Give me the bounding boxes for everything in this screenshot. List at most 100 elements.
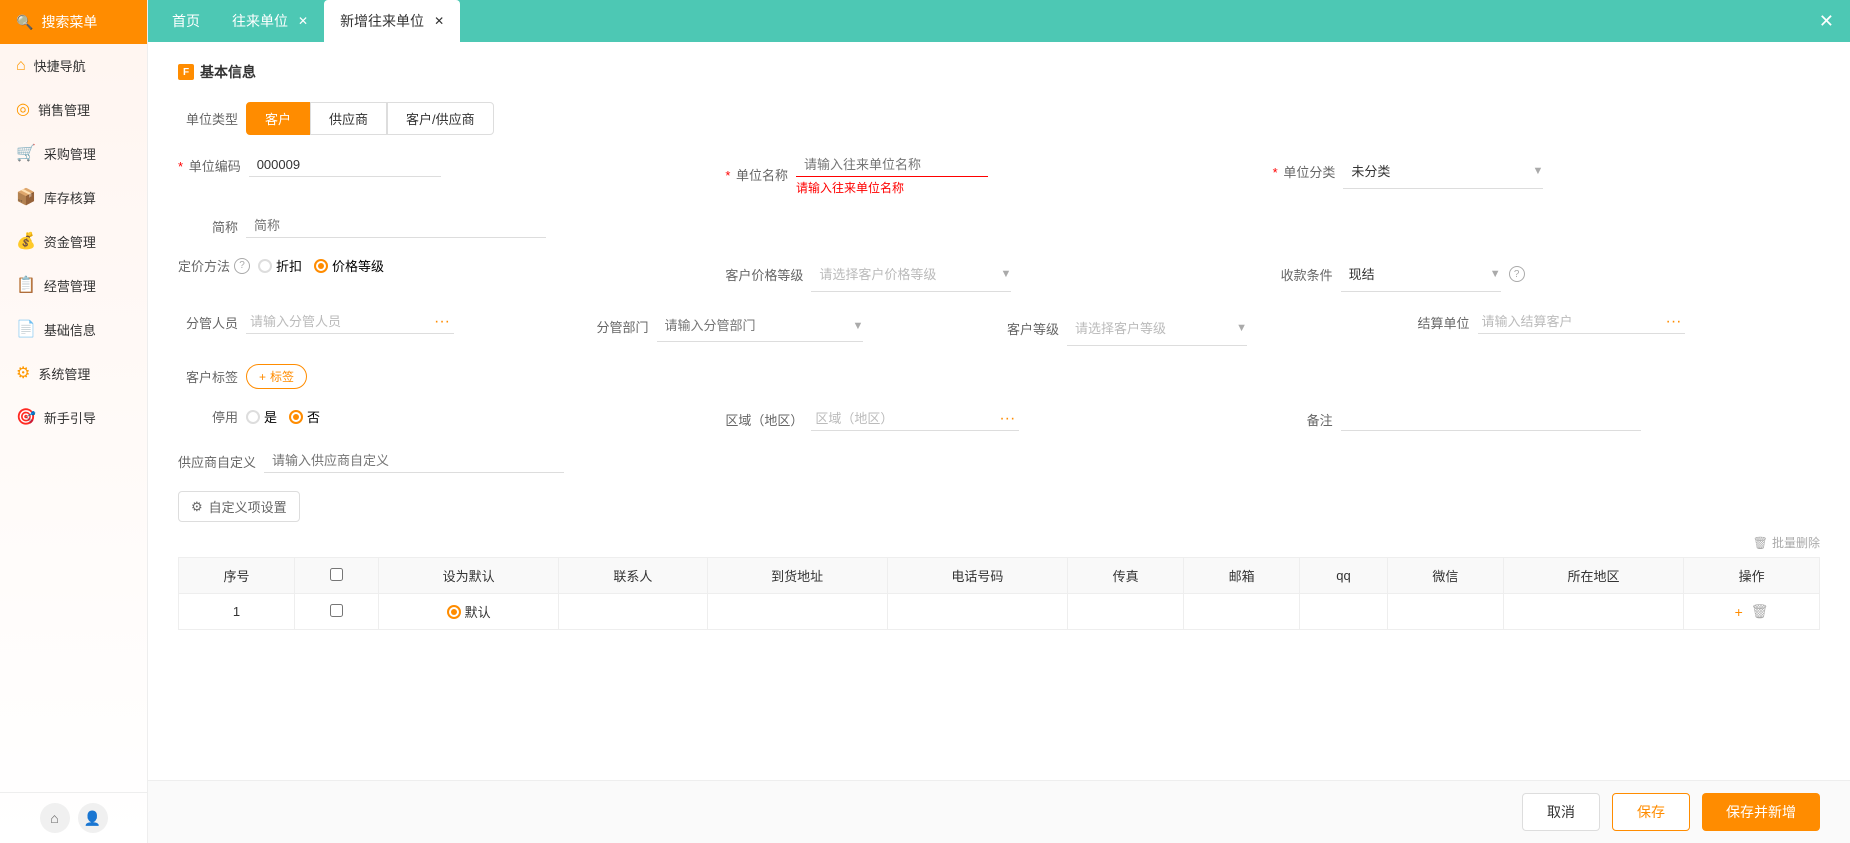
custom-settings-label: 自定义项设置 (209, 497, 287, 516)
payment-terms-chevron-icon: ▼ (1490, 268, 1501, 280)
table-header-row: 序号 设为默认 联系人 到货地址 电话号码 传真 邮箱 qq 微信 所在地区 操… (179, 558, 1820, 594)
sidebar-item-sales[interactable]: ◎ 销售管理 (0, 87, 147, 131)
sidebar-item-system[interactable]: ⚙ 系统管理 (0, 351, 147, 395)
table-row: 1 默认 (179, 594, 1820, 630)
remark-input[interactable] (1341, 407, 1641, 431)
department-input[interactable] (657, 314, 849, 337)
region-input[interactable] (811, 407, 995, 430)
unit-category-select-wrapper[interactable]: 未分类 ▼ (1343, 153, 1543, 189)
short-name-input[interactable] (246, 214, 546, 238)
gear-icon: ⚙ (191, 499, 203, 515)
manager-label: 分管人员 (178, 313, 238, 332)
finance-icon: 💰 (16, 231, 36, 251)
tab-home[interactable]: 首页 (156, 0, 216, 42)
sidebar-item-finance[interactable]: 💰 资金管理 (0, 219, 147, 263)
btn-supplier[interactable]: 供应商 (310, 102, 387, 135)
search-icon: 🔍 (16, 14, 33, 31)
add-row-button[interactable]: + (1735, 604, 1743, 620)
btn-customer[interactable]: 客户 (246, 102, 310, 135)
customer-price-level-select[interactable]: 请选择客户价格等级 ▼ (811, 256, 1011, 292)
tab-new-unit-label: 新增往来单位 (340, 11, 424, 31)
radio-price-level-dot (318, 263, 324, 269)
row-checkbox[interactable] (330, 604, 343, 617)
supplier-custom-label: 供应商自定义 (178, 452, 256, 471)
sidebar-item-label: 资金管理 (44, 232, 96, 251)
tab-bar: 首页 往来单位 ✕ 新增往来单位 ✕ ✕ (148, 0, 1850, 42)
sidebar-home-btn[interactable]: ⌂ (40, 803, 70, 833)
field-unit-code: * 单位编码 (178, 153, 695, 177)
payment-terms-value: 现结 (1341, 260, 1486, 287)
form-content: F 基本信息 单位类型 客户 供应商 客户/供应商 * 单位编码 (148, 42, 1850, 780)
payment-terms-select[interactable]: 现结 ▼ (1341, 256, 1501, 292)
unit-name-label: * 单位名称 (725, 165, 788, 184)
row-default-label: 默认 (465, 602, 491, 621)
sidebar-item-inventory[interactable]: 📦 库存核算 (0, 175, 147, 219)
sidebar-bottom: ⌂ 👤 (0, 792, 147, 843)
sidebar-item-label: 新手引导 (44, 408, 96, 427)
settlement-unit-input[interactable] (1478, 310, 1662, 333)
section-title: F 基本信息 (178, 62, 1820, 82)
customer-level-select[interactable]: 请选择客户等级 ▼ (1067, 310, 1247, 346)
sidebar-item-purchase[interactable]: 🛒 采购管理 (0, 131, 147, 175)
tab-new-unit[interactable]: 新增往来单位 ✕ (324, 0, 460, 42)
radio-no[interactable]: 否 (289, 407, 320, 426)
row-default-radio[interactable]: 默认 (389, 602, 548, 621)
customer-level-label: 客户等级 (999, 319, 1059, 338)
sidebar-item-operations[interactable]: 📋 经营管理 (0, 263, 147, 307)
supplier-custom-input[interactable] (264, 449, 564, 473)
radio-price-level[interactable]: 价格等级 (314, 256, 384, 275)
department-select[interactable]: ▼ (657, 310, 864, 342)
th-wechat: 微信 (1387, 558, 1503, 594)
sidebar-item-basic-info[interactable]: 📄 基础信息 (0, 307, 147, 351)
remark-label: 备注 (1273, 410, 1333, 429)
radio-yes-circle (246, 410, 260, 424)
select-all-checkbox[interactable] (330, 568, 343, 581)
customer-tag-label: 客户标签 (178, 367, 238, 386)
tab-home-label: 首页 (172, 11, 200, 31)
short-name-label: 简称 (178, 217, 238, 236)
customer-level-placeholder: 请选择客户等级 (1067, 314, 1232, 341)
sidebar-item-quick-nav[interactable]: ⌂ 快捷导航 (0, 44, 147, 87)
save-and-new-button[interactable]: 保存并新增 (1702, 793, 1820, 831)
inventory-icon: 📦 (16, 187, 36, 207)
save-button[interactable]: 保存 (1612, 793, 1690, 831)
form-row-short-name: 简称 (178, 214, 1820, 238)
cancel-button[interactable]: 取消 (1522, 793, 1600, 831)
row-default-circle (447, 605, 461, 619)
unit-code-input[interactable] (249, 153, 441, 177)
payment-terms-help-icon[interactable]: ? (1509, 266, 1525, 282)
manager-input[interactable] (246, 310, 430, 333)
unit-category-value: 未分类 (1343, 157, 1528, 184)
delete-row-button[interactable]: 🗑 (1751, 603, 1769, 620)
unit-name-input[interactable] (796, 153, 988, 177)
close-all-tabs-button[interactable]: ✕ (1811, 11, 1842, 32)
settlement-unit-label: 结算单位 (1410, 313, 1470, 332)
field-remark: 备注 (1273, 407, 1790, 431)
tab-close-new-unit[interactable]: ✕ (434, 14, 444, 28)
batch-delete-button[interactable]: 🗑 批量删除 (1753, 534, 1820, 551)
custom-settings-button[interactable]: ⚙ 自定义项设置 (178, 491, 300, 522)
sales-icon: ◎ (16, 99, 30, 119)
field-unit-category: * 单位分类 未分类 ▼ (1273, 153, 1790, 189)
tab-close-business-unit[interactable]: ✕ (298, 14, 308, 28)
sidebar-item-guide[interactable]: 🎯 新手引导 (0, 395, 147, 439)
btn-both[interactable]: 客户/供应商 (387, 102, 494, 135)
sidebar-search[interactable]: 🔍 搜索菜单 (0, 0, 147, 44)
radio-no-label: 否 (307, 407, 320, 426)
basic-info-icon: 📄 (16, 319, 36, 339)
sidebar-user-btn[interactable]: 👤 (78, 803, 108, 833)
radio-discount[interactable]: 折扣 (258, 256, 302, 275)
tab-business-unit[interactable]: 往来单位 ✕ (216, 0, 324, 42)
form-row-management: 分管人员 ··· 分管部门 ▼ 客户等级 请选择客户等级 ▼ (178, 310, 1820, 346)
radio-yes[interactable]: 是 (246, 407, 277, 426)
settlement-unit-input-wrapper: ··· (1478, 310, 1686, 334)
radio-price-level-circle (314, 259, 328, 273)
row-default-dot (451, 609, 457, 615)
add-tag-button[interactable]: + 标签 (246, 364, 307, 389)
region-more-btn[interactable]: ··· (995, 408, 1019, 430)
pricing-method-help-icon[interactable]: ? (234, 258, 250, 274)
manager-more-btn[interactable]: ··· (430, 311, 454, 333)
settlement-unit-more-btn[interactable]: ··· (1662, 311, 1686, 333)
radio-no-dot (293, 414, 299, 420)
sidebar-search-label: 搜索菜单 (41, 12, 97, 32)
